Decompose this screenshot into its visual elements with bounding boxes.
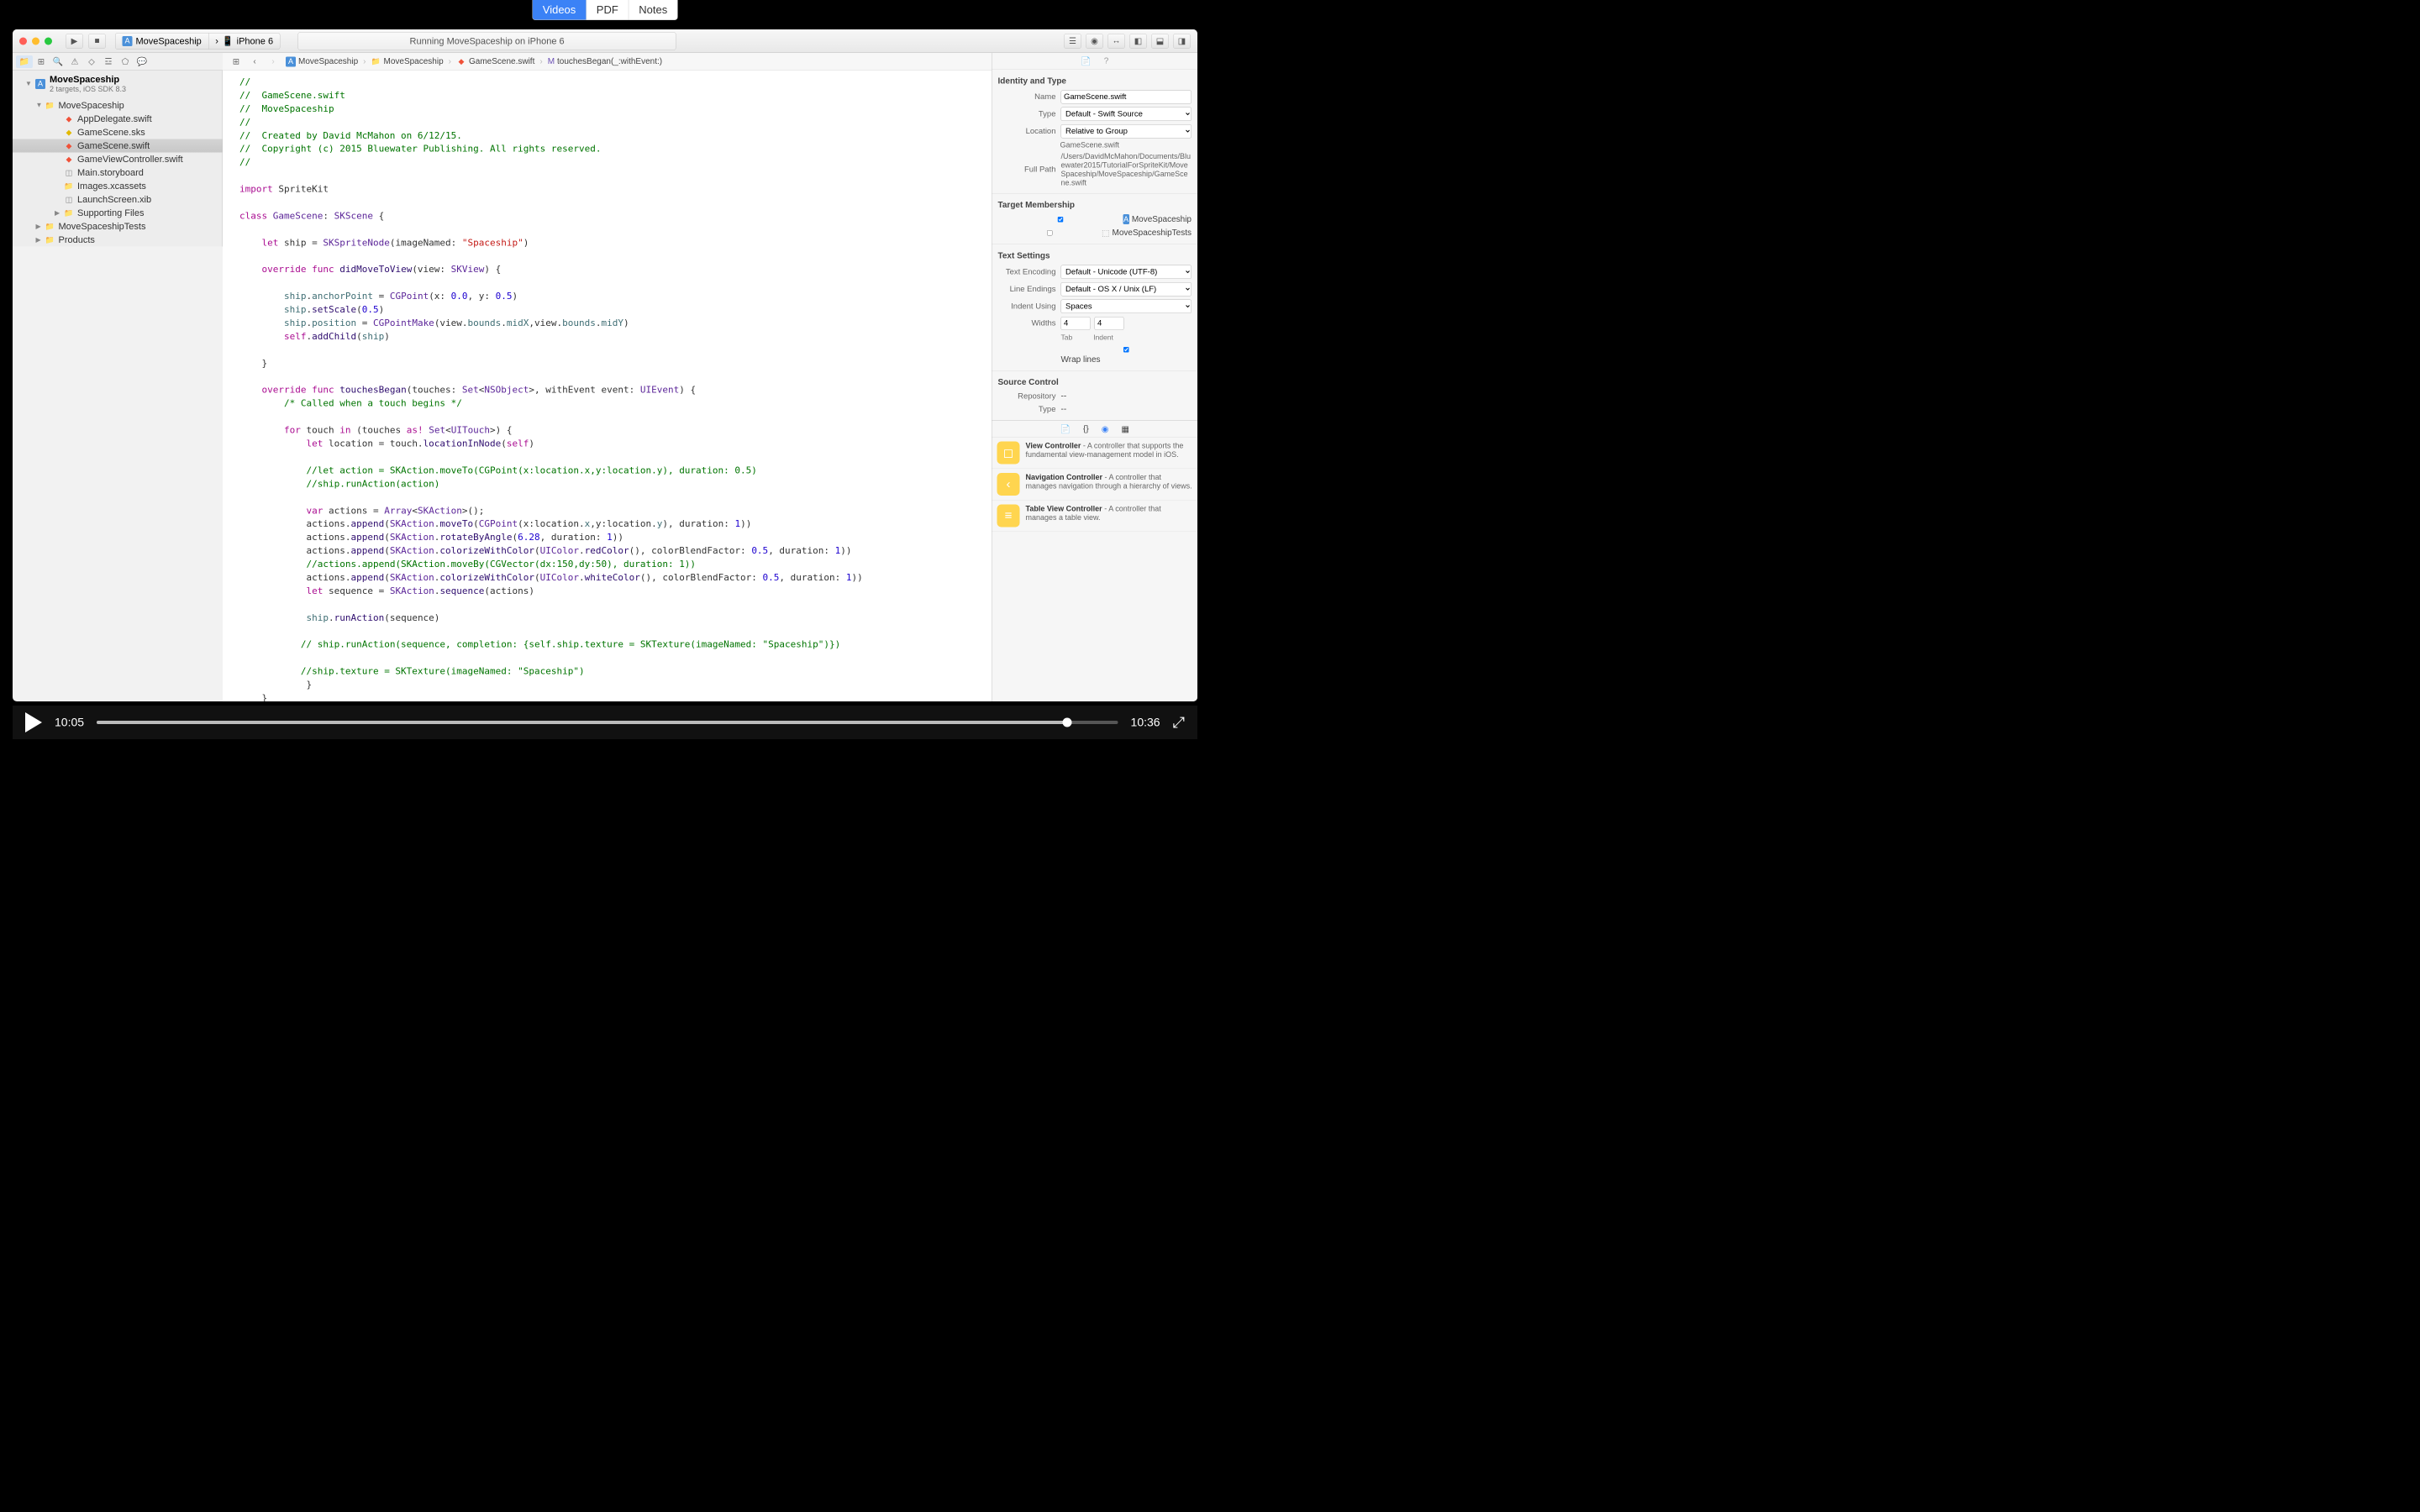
name-field[interactable] [1061, 91, 1192, 104]
navigator-tabs: 📁 ⊞ 🔍 ⚠ ◇ ☲ ⬠ 💬 [13, 53, 223, 71]
editor-standard-button[interactable]: ☰ [1064, 34, 1081, 49]
type-select[interactable]: Default - Swift Source [1061, 108, 1192, 122]
folder-icon: 📁 [45, 101, 55, 111]
report-nav-icon[interactable]: 💬 [134, 55, 150, 68]
file-tree-item[interactable]: ◆GameViewController.swift [13, 153, 223, 166]
scheme-selector[interactable]: AMoveSpaceship › 📱 iPhone 6 [115, 33, 281, 50]
tab-notes[interactable]: Notes [629, 0, 677, 20]
full-path: /Users/DavidMcMahon/Documents/Bluewater2… [1061, 152, 1192, 187]
maximize-icon[interactable] [45, 37, 52, 45]
panel-right-button[interactable]: ◨ [1173, 34, 1191, 49]
related-items-icon[interactable]: ⊞ [228, 55, 245, 68]
tab-pdf[interactable]: PDF [587, 0, 629, 20]
library-item[interactable]: ◻ View Controller - A controller that su… [992, 438, 1198, 470]
symbol-nav-icon[interactable]: ⊞ [33, 55, 50, 68]
line-endings-select[interactable]: Default - OS X / Unix (LF) [1061, 282, 1192, 297]
file-tree-item[interactable]: ▶📁Products [13, 234, 223, 247]
time-current: 10:05 [55, 716, 84, 729]
inspector-panel: 📄 ? Identity and Type Name TypeDefault -… [992, 53, 1197, 701]
file-tree-item[interactable]: ▶📁MoveSpaceshipTests [13, 220, 223, 234]
library-item-icon: ◻ [997, 442, 1020, 465]
source-editor: ⊞ ‹ › AMoveSpaceship › 📁MoveSpaceship › … [223, 53, 992, 701]
file-tree-item[interactable]: ▶📁Supporting Files [13, 207, 223, 220]
swift-icon: ◆ [64, 114, 74, 124]
minimize-icon[interactable] [32, 37, 39, 45]
file-tree-item[interactable]: ▼📁MoveSpaceship [13, 99, 223, 113]
progress-thumb[interactable] [1062, 718, 1071, 727]
help-inspector-icon[interactable]: ? [1104, 56, 1109, 66]
back-icon[interactable]: ‹ [246, 55, 263, 68]
folder-icon: 📁 [64, 181, 74, 192]
text-settings-header: Text Settings [992, 249, 1198, 264]
file-tree-item[interactable]: ◆AppDelegate.swift [13, 113, 223, 126]
activity-status: Running MoveSpaceship on iPhone 6 [298, 32, 676, 50]
find-nav-icon[interactable]: 🔍 [50, 55, 66, 68]
stop-button[interactable]: ■ [88, 34, 106, 49]
indent-using-select[interactable]: Spaces [1061, 300, 1192, 314]
location-select[interactable]: Relative to Group [1061, 124, 1192, 139]
app-icon: A [123, 36, 133, 46]
target-tests-checkbox[interactable] [1001, 230, 1100, 236]
jump-bar[interactable]: ⊞ ‹ › AMoveSpaceship › 📁MoveSpaceship › … [223, 53, 992, 71]
time-total: 10:36 [1131, 716, 1160, 729]
toolbar: ▶ ■ AMoveSpaceship › 📱 iPhone 6 Running … [13, 29, 1197, 53]
folder-icon: 📁 [64, 208, 74, 218]
file-tree-item[interactable]: ◆GameScene.swift [13, 139, 223, 153]
window-controls [19, 37, 52, 45]
target-header: Target Membership [992, 198, 1198, 213]
file-tree-item[interactable]: ◫LaunchScreen.xib [13, 193, 223, 207]
sb-icon: ◫ [64, 195, 74, 205]
panel-bottom-button[interactable]: ⬓ [1151, 34, 1169, 49]
swift-icon: ◆ [64, 155, 74, 165]
sks-icon: ◆ [64, 128, 74, 138]
xcode-window: ▶ ■ AMoveSpaceship › 📱 iPhone 6 Running … [13, 29, 1197, 701]
lib-media-icon[interactable]: ▦ [1121, 423, 1128, 434]
tab-videos[interactable]: Videos [533, 0, 587, 20]
issue-nav-icon[interactable]: ⚠ [66, 55, 83, 68]
fullscreen-icon[interactable]: ⤢ [1173, 713, 1185, 732]
identity-header: Identity and Type [992, 74, 1198, 89]
target-app-checkbox[interactable] [1001, 217, 1121, 223]
library-item-icon: ≡ [997, 505, 1020, 528]
source-control-header: Source Control [992, 375, 1198, 391]
debug-nav-icon[interactable]: ☲ [100, 55, 117, 68]
location-file: GameScene.swift [992, 140, 1198, 151]
tab-width-field[interactable] [1061, 317, 1091, 330]
code-area[interactable]: // // GameScene.swift // MoveSpaceship /… [223, 71, 992, 701]
run-button[interactable]: ▶ [66, 34, 83, 49]
editor-version-button[interactable]: ↔ [1107, 34, 1125, 49]
panel-left-button[interactable]: ◧ [1129, 34, 1147, 49]
lib-code-icon[interactable]: {} [1083, 424, 1089, 434]
breakpoint-nav-icon[interactable]: ⬠ [117, 55, 134, 68]
progress-bar[interactable] [97, 721, 1118, 724]
test-nav-icon[interactable]: ◇ [83, 55, 100, 68]
project-navigator: ▼ A MoveSpaceship 2 targets, iOS SDK 8.3… [13, 71, 223, 247]
folder-icon: 📁 [45, 222, 55, 232]
play-button[interactable] [25, 712, 42, 732]
library-item[interactable]: ‹ Navigation Controller - A controller t… [992, 469, 1198, 501]
forward-icon[interactable]: › [265, 55, 281, 68]
swift-icon: ◆ [64, 141, 74, 151]
wrap-lines-checkbox[interactable] [1061, 347, 1192, 353]
file-inspector-icon[interactable]: 📄 [1081, 56, 1091, 67]
editor-assistant-button[interactable]: ◉ [1086, 34, 1103, 49]
lib-object-icon[interactable]: ◉ [1102, 423, 1109, 434]
project-icon: A [35, 79, 45, 89]
file-tree-item[interactable]: ◫Main.storyboard [13, 166, 223, 180]
file-tree-item[interactable]: 📁Images.xcassets [13, 180, 223, 193]
project-root[interactable]: ▼ A MoveSpaceship 2 targets, iOS SDK 8.3 [13, 71, 223, 97]
sb-icon: ◫ [64, 168, 74, 178]
video-controls: 10:05 10:36 ⤢ [13, 706, 1197, 739]
folder-icon: 📁 [45, 235, 55, 245]
file-tree-item[interactable]: ◆GameScene.sks [13, 126, 223, 139]
doc-tabs: Videos PDF Notes [532, 0, 677, 20]
library-item[interactable]: ≡ Table View Controller - A controller t… [992, 501, 1198, 533]
close-icon[interactable] [19, 37, 27, 45]
project-nav-icon[interactable]: 📁 [16, 55, 33, 68]
lib-file-icon[interactable]: 📄 [1060, 423, 1071, 434]
library-item-icon: ‹ [997, 473, 1020, 496]
indent-width-field[interactable] [1095, 317, 1124, 330]
encoding-select[interactable]: Default - Unicode (UTF-8) [1061, 265, 1192, 280]
